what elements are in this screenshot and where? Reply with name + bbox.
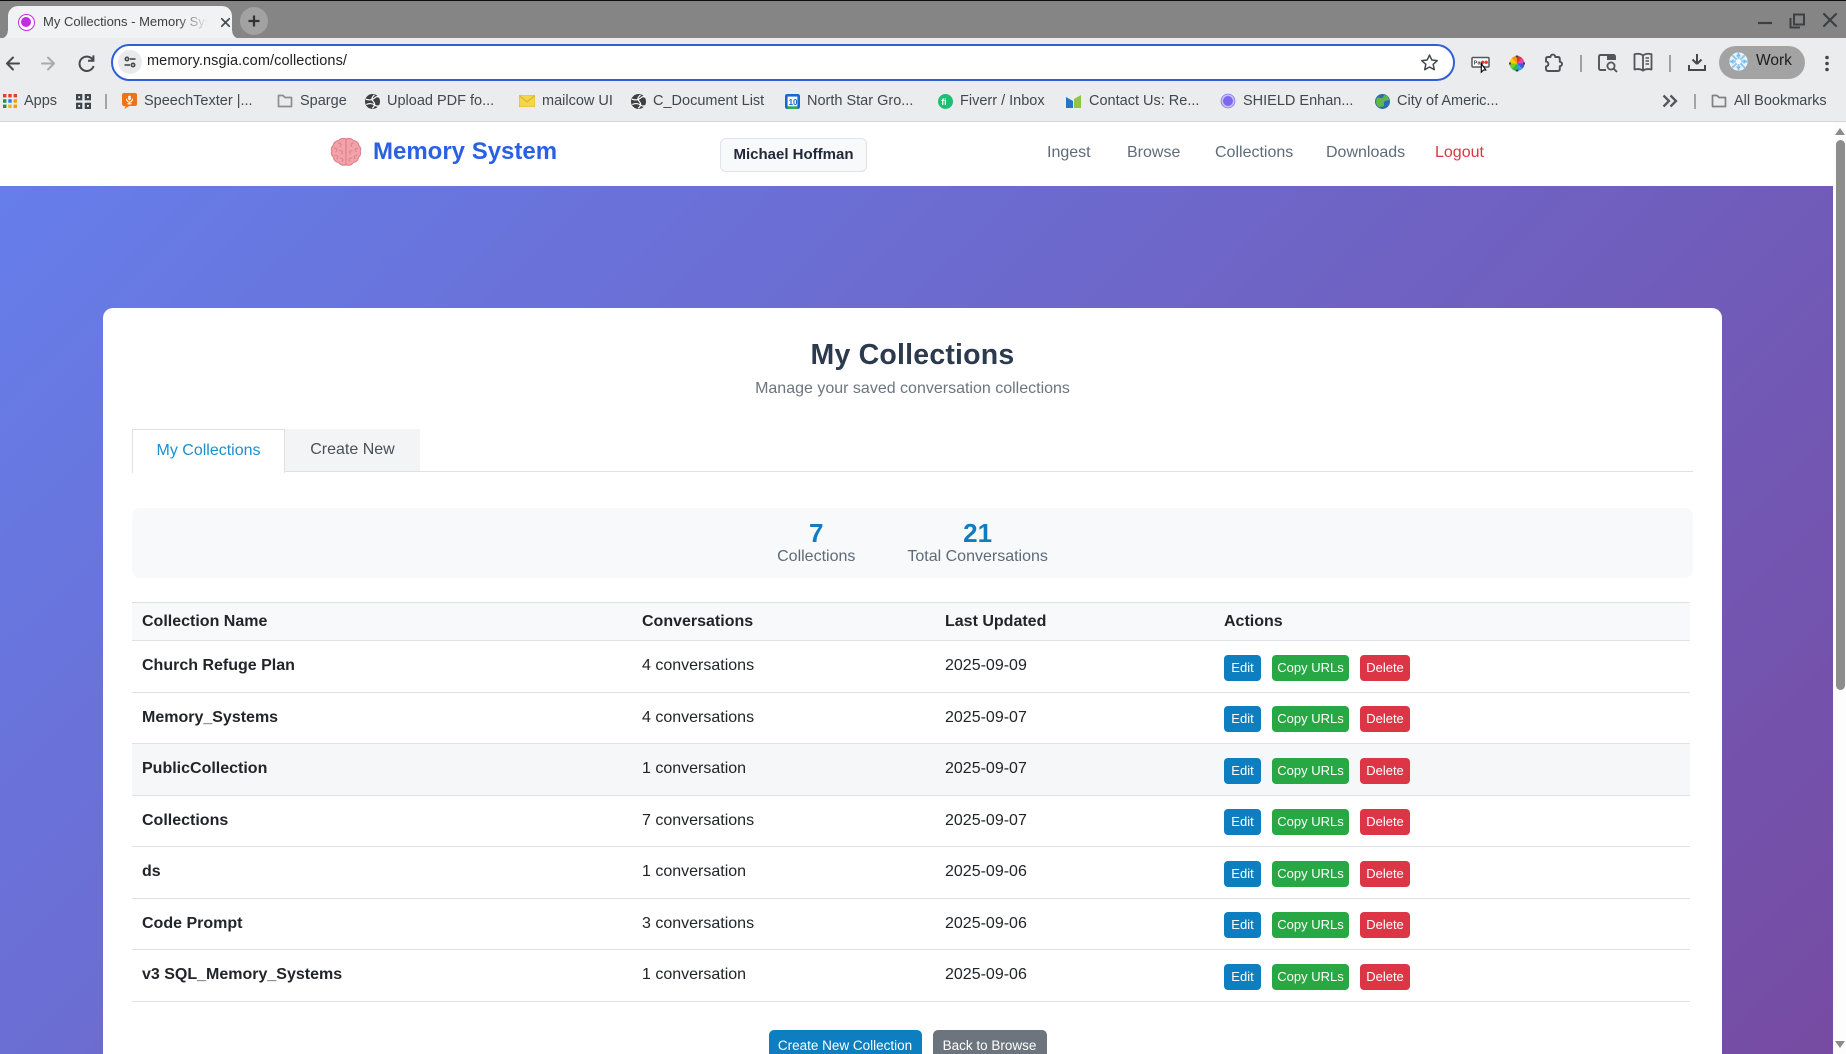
svg-text:fi: fi <box>941 96 947 106</box>
svg-text:Pa: Pa <box>1474 61 1482 67</box>
svg-text:10: 10 <box>789 97 798 106</box>
